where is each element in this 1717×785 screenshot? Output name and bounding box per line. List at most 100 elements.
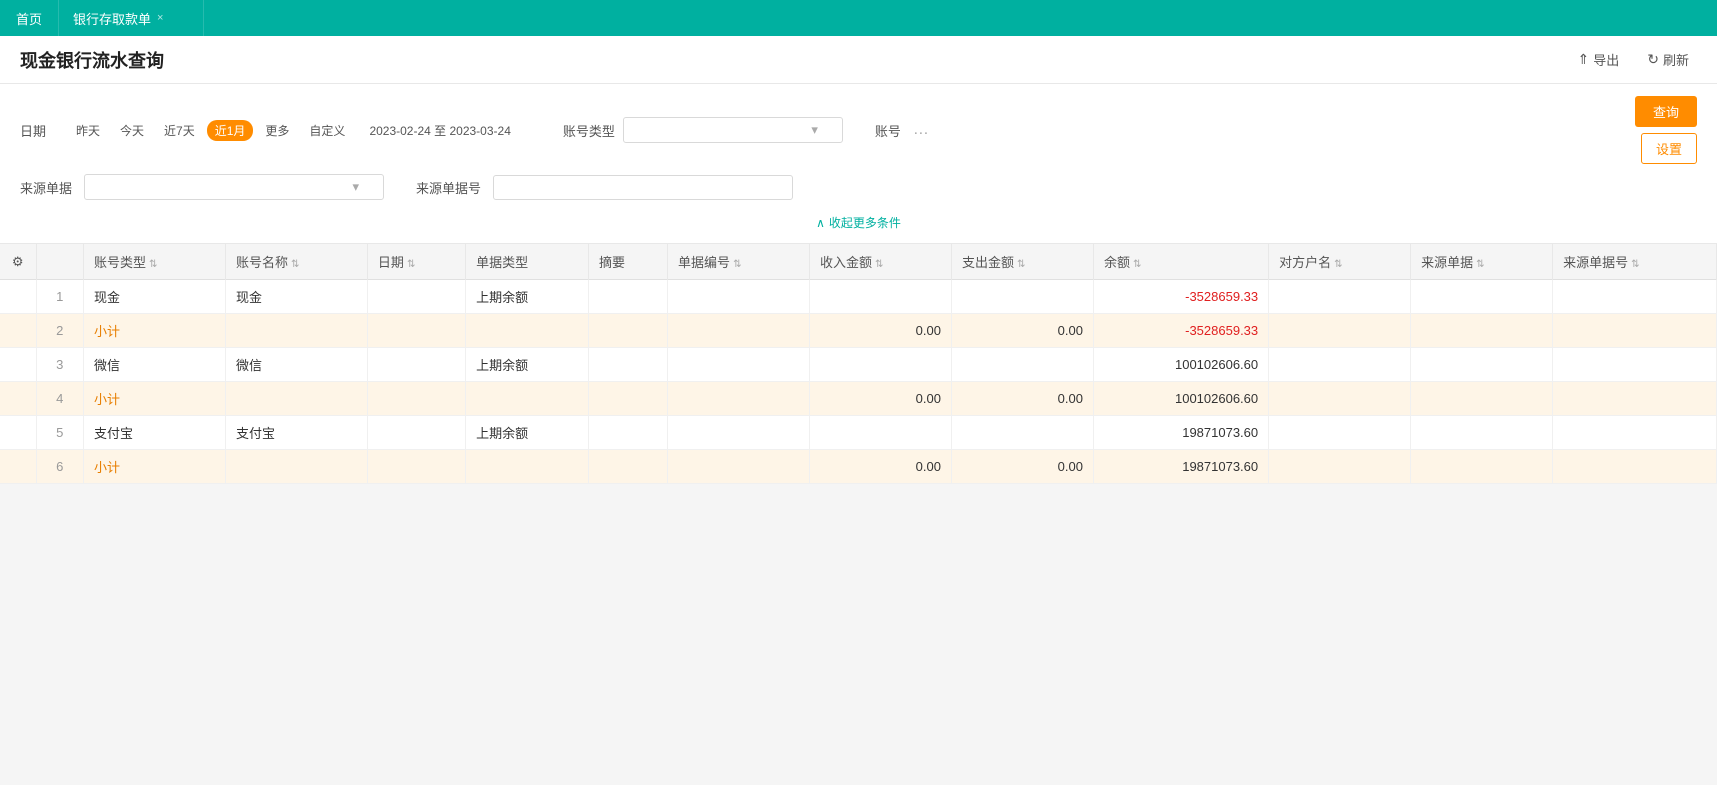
cell-doc_no bbox=[668, 450, 810, 484]
sort-icon: ⇅ bbox=[1133, 259, 1141, 270]
date-pill[interactable]: 自定义 bbox=[301, 120, 353, 141]
date-label: 日期 bbox=[20, 121, 56, 140]
account-type-select[interactable]: ▾ bbox=[623, 117, 843, 143]
cell-doc_type: 上期余额 bbox=[466, 348, 589, 382]
sort-icon: ⇅ bbox=[1476, 259, 1484, 270]
source-doc-label: 来源单据 bbox=[20, 178, 72, 197]
date-pill[interactable]: 今天 bbox=[112, 120, 152, 141]
col-header-account_name[interactable]: 账号名称⇅ bbox=[225, 244, 367, 280]
cell-source_doc_no bbox=[1553, 450, 1717, 484]
sort-icon: ⇅ bbox=[875, 259, 883, 270]
cell-source_doc bbox=[1411, 280, 1553, 314]
cell-expense bbox=[951, 416, 1093, 450]
nav-home[interactable]: 首页 bbox=[0, 0, 59, 36]
cell-income bbox=[810, 280, 952, 314]
col-header-income[interactable]: 收入金额⇅ bbox=[810, 244, 952, 280]
cell-date bbox=[367, 382, 465, 416]
cell-summary bbox=[588, 348, 667, 382]
col-header-balance[interactable]: 余额⇅ bbox=[1093, 244, 1268, 280]
cell-account_type: 微信 bbox=[83, 348, 225, 382]
source-doc-no-input[interactable] bbox=[493, 175, 793, 200]
cell-counterpart bbox=[1269, 280, 1411, 314]
col-header-source_doc_no[interactable]: 来源单据号⇅ bbox=[1553, 244, 1717, 280]
cell-income: 0.00 bbox=[810, 450, 952, 484]
cell-date bbox=[367, 314, 465, 348]
cell-income: 0.00 bbox=[810, 382, 952, 416]
cell-balance: 100102606.60 bbox=[1093, 348, 1268, 382]
cell-row_num: 4 bbox=[36, 382, 83, 416]
cell-account_type: 小计 bbox=[83, 382, 225, 416]
cell-account_type: 小计 bbox=[83, 314, 225, 348]
cell-gear bbox=[0, 314, 36, 348]
filter-row-2: 来源单据 ▾ 来源单据号 bbox=[20, 174, 1697, 200]
cell-doc_type bbox=[466, 450, 589, 484]
sort-icon: ⇅ bbox=[1334, 259, 1342, 270]
setting-button[interactable]: 设置 bbox=[1641, 133, 1697, 164]
cell-counterpart bbox=[1269, 450, 1411, 484]
cell-doc_no bbox=[668, 348, 810, 382]
sort-icon: ⇅ bbox=[1017, 259, 1025, 270]
cell-account_name: 微信 bbox=[225, 348, 367, 382]
cell-gear bbox=[0, 348, 36, 382]
header-actions: ⇑ 导出 ↻ 刷新 bbox=[1570, 46, 1698, 73]
export-icon: ⇑ bbox=[1578, 51, 1590, 68]
date-pill[interactable]: 近7天 bbox=[156, 120, 203, 141]
col-header-doc_type: 单据类型 bbox=[466, 244, 589, 280]
cell-balance: 19871073.60 bbox=[1093, 450, 1268, 484]
date-pills: 昨天今天近7天近1月更多自定义 bbox=[68, 120, 353, 141]
export-button[interactable]: ⇑ 导出 bbox=[1570, 46, 1628, 73]
cell-source_doc_no bbox=[1553, 280, 1717, 314]
cell-balance: 19871073.60 bbox=[1093, 416, 1268, 450]
cell-doc_no bbox=[668, 382, 810, 416]
cell-expense bbox=[951, 280, 1093, 314]
cell-source_doc_no bbox=[1553, 348, 1717, 382]
collapse-arrow-icon: ∧ bbox=[816, 216, 825, 230]
col-header-source_doc[interactable]: 来源单据⇅ bbox=[1411, 244, 1553, 280]
cell-account_name bbox=[225, 450, 367, 484]
tab-close-icon[interactable]: × bbox=[157, 12, 163, 24]
cell-gear bbox=[0, 280, 36, 314]
data-table: ⚙账号类型⇅账号名称⇅日期⇅单据类型摘要单据编号⇅收入金额⇅支出金额⇅余额⇅对方… bbox=[0, 244, 1717, 484]
col-header-account_type[interactable]: 账号类型⇅ bbox=[83, 244, 225, 280]
cell-income bbox=[810, 416, 952, 450]
cell-account_name bbox=[225, 382, 367, 416]
cell-doc_type: 上期余额 bbox=[466, 280, 589, 314]
cell-account_name bbox=[225, 314, 367, 348]
col-header-doc_no[interactable]: 单据编号⇅ bbox=[668, 244, 810, 280]
cell-expense: 0.00 bbox=[951, 382, 1093, 416]
cell-source_doc bbox=[1411, 450, 1553, 484]
nav-tab[interactable]: 银行存取款单× bbox=[59, 0, 204, 36]
cell-date bbox=[367, 416, 465, 450]
cell-source_doc_no bbox=[1553, 382, 1717, 416]
page-title: 现金银行流水查询 bbox=[20, 47, 164, 73]
table-wrapper: ⚙账号类型⇅账号名称⇅日期⇅单据类型摘要单据编号⇅收入金额⇅支出金额⇅余额⇅对方… bbox=[0, 244, 1717, 484]
source-doc-select[interactable]: ▾ bbox=[84, 174, 384, 200]
cell-row_num: 3 bbox=[36, 348, 83, 382]
source-doc-dropdown-icon: ▾ bbox=[352, 179, 359, 195]
cell-summary bbox=[588, 450, 667, 484]
cell-balance: 100102606.60 bbox=[1093, 382, 1268, 416]
table-row: 5支付宝支付宝上期余额19871073.60 bbox=[0, 416, 1717, 450]
cell-account_type: 小计 bbox=[83, 450, 225, 484]
date-pill[interactable]: 更多 bbox=[257, 120, 297, 141]
account-ellipsis[interactable]: … bbox=[909, 121, 933, 139]
sort-icon: ⇅ bbox=[1631, 259, 1639, 270]
col-header-date[interactable]: 日期⇅ bbox=[367, 244, 465, 280]
sort-icon: ⇅ bbox=[149, 259, 157, 270]
table-row: 6小计0.000.0019871073.60 bbox=[0, 450, 1717, 484]
cell-gear bbox=[0, 416, 36, 450]
cell-counterpart bbox=[1269, 416, 1411, 450]
col-header-expense[interactable]: 支出金额⇅ bbox=[951, 244, 1093, 280]
date-pill[interactable]: 昨天 bbox=[68, 120, 108, 141]
cell-doc_no bbox=[668, 416, 810, 450]
collapse-bar[interactable]: ∧ 收起更多条件 bbox=[20, 210, 1697, 235]
cell-doc_type bbox=[466, 314, 589, 348]
filter-area: 日期 昨天今天近7天近1月更多自定义 2023-02-24 至 2023-03-… bbox=[0, 84, 1717, 244]
col-header-counterpart[interactable]: 对方户名⇅ bbox=[1269, 244, 1411, 280]
sort-icon: ⇅ bbox=[733, 259, 741, 270]
refresh-button[interactable]: ↻ 刷新 bbox=[1639, 46, 1697, 73]
query-button[interactable]: 查询 bbox=[1635, 96, 1697, 127]
cell-doc_no bbox=[668, 314, 810, 348]
date-pill[interactable]: 近1月 bbox=[207, 120, 254, 141]
cell-balance: -3528659.33 bbox=[1093, 280, 1268, 314]
